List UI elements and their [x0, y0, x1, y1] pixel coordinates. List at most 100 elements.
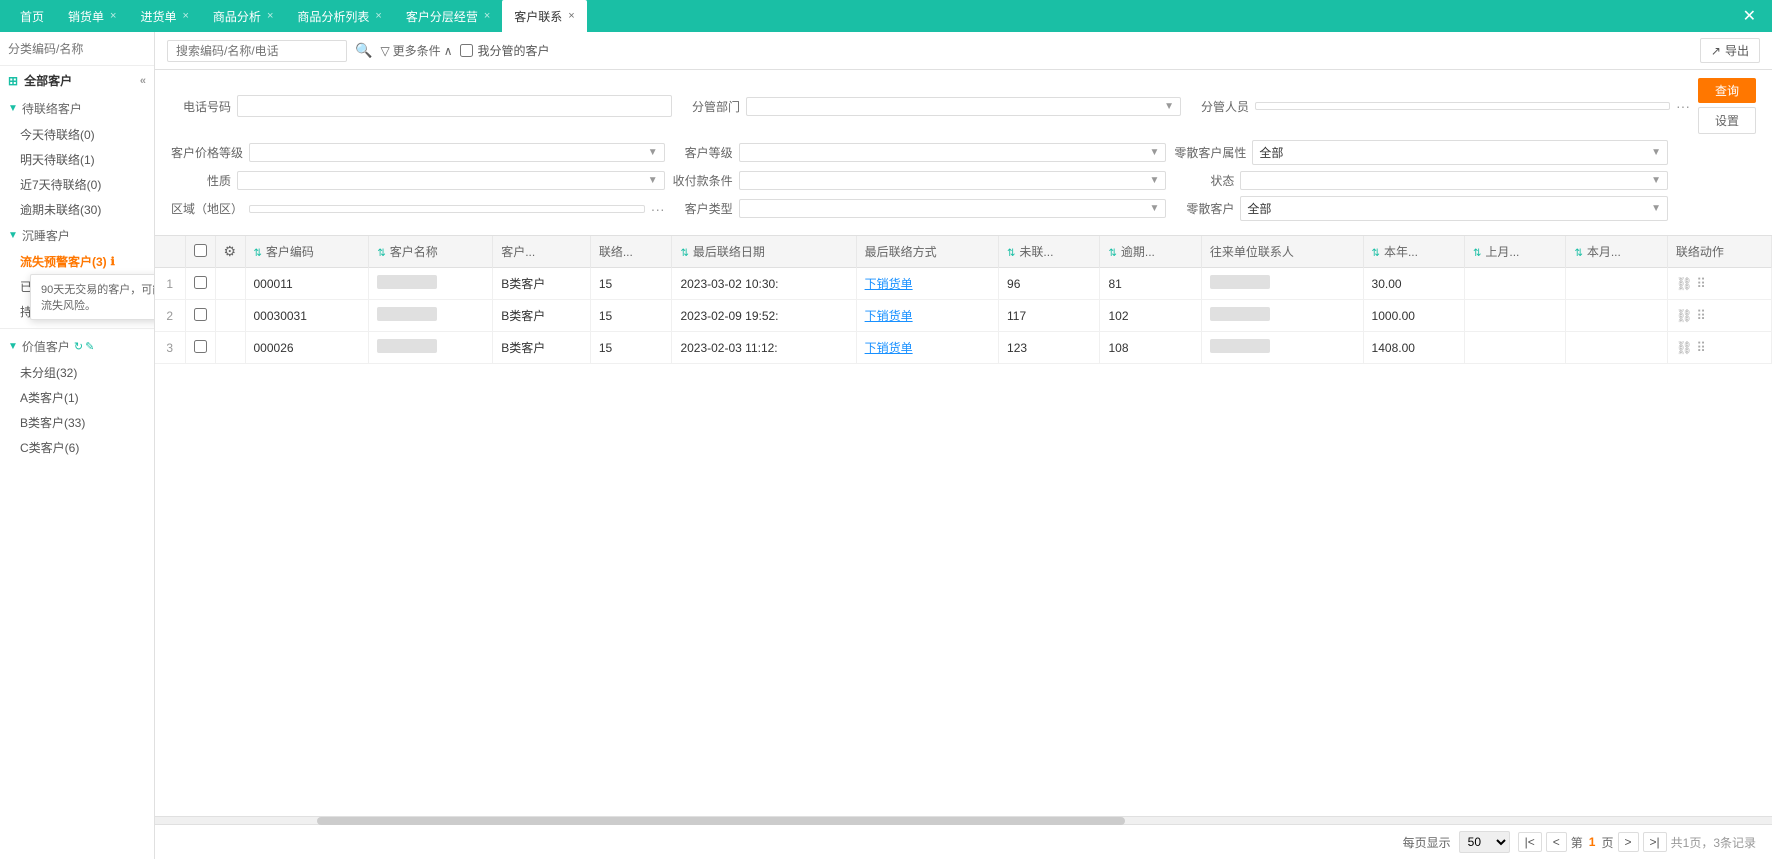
row-last-way[interactable]: 下销货单: [856, 300, 998, 332]
row-last-way[interactable]: 下销货单: [856, 332, 998, 364]
query-btn[interactable]: 查询: [1698, 78, 1756, 103]
prev-page-btn[interactable]: <: [1546, 832, 1567, 852]
check-all-input[interactable]: [194, 244, 207, 257]
close-analysis-icon[interactable]: ×: [267, 10, 273, 22]
sidebar-item-7days[interactable]: 近7天待联络(0): [0, 172, 154, 197]
row-this-month: [1566, 332, 1667, 364]
close-purchase-icon[interactable]: ×: [182, 10, 188, 22]
customer-type-select[interactable]: ▼: [739, 199, 1167, 218]
action-link-icon[interactable]: ⛓: [1676, 308, 1693, 324]
sidebar-item-churn-warning[interactable]: 流失预警客户(3) ℹ: [0, 249, 154, 274]
table-scroll-thumb[interactable]: [317, 817, 1126, 825]
page-label: 第: [1571, 834, 1583, 851]
sidebar-item-a-class[interactable]: A类客户(1): [0, 385, 154, 410]
action-link-icon[interactable]: ⛓: [1676, 340, 1693, 356]
table-scroll-bar[interactable]: [155, 816, 1772, 824]
close-sales-icon[interactable]: ×: [110, 10, 116, 22]
nature-select[interactable]: ▼: [237, 171, 665, 190]
person-select[interactable]: [1255, 102, 1670, 110]
last-way-link[interactable]: 下销货单: [865, 277, 913, 291]
phone-input[interactable]: [237, 95, 672, 117]
status-select[interactable]: ▼: [1240, 171, 1668, 190]
settings-btn[interactable]: 设置: [1698, 107, 1756, 134]
row-checkbox[interactable]: [194, 276, 207, 289]
row-code: 00030031: [245, 300, 369, 332]
sidebar-group-dormant-title[interactable]: ▼ 沉睡客户: [0, 222, 154, 249]
caret-icon: ▼: [1651, 175, 1661, 186]
filter-search-input[interactable]: [167, 40, 347, 62]
table-settings-btn[interactable]: ⚙: [224, 243, 237, 260]
col-settings[interactable]: ⚙: [215, 236, 245, 268]
export-btn[interactable]: ↗ 导出: [1700, 38, 1760, 63]
row-uncontacted: 123: [999, 332, 1100, 364]
filter-more-btn[interactable]: ▽ 更多条件 ∧: [380, 42, 452, 59]
edit-icon[interactable]: ✎: [85, 340, 94, 353]
retail-attr-select[interactable]: 全部 ▼: [1252, 140, 1668, 165]
region-dots[interactable]: ···: [651, 201, 665, 217]
sidebar-group-pending-title[interactable]: ▼ 待联络客户: [0, 95, 154, 122]
row-unit-contact: [1201, 268, 1363, 300]
sidebar-item-overdue[interactable]: 逾期未联络(30): [0, 197, 154, 222]
filter-customer-level: 客户等级 ▼: [673, 143, 1167, 162]
sidebar-item-ungroup[interactable]: 未分组(32): [0, 360, 154, 385]
payment-select[interactable]: ▼: [739, 171, 1167, 190]
nav-purchase[interactable]: 进货单 ×: [128, 0, 200, 32]
my-customers-checkbox[interactable]: [460, 44, 473, 57]
filter-search-icon[interactable]: 🔍: [355, 42, 372, 59]
last-way-link[interactable]: 下销货单: [865, 309, 913, 323]
action-menu-icon[interactable]: ⠿: [1696, 308, 1706, 324]
refresh-icon[interactable]: ↻: [74, 340, 83, 353]
person-dots[interactable]: ···: [1676, 98, 1690, 114]
row-checkbox[interactable]: [194, 340, 207, 353]
col-code[interactable]: ⇅客户编码: [245, 236, 369, 268]
nav-customer-contact[interactable]: 客户联系 ×: [502, 0, 586, 32]
retail-customer-select[interactable]: 全部 ▼: [1240, 196, 1668, 221]
first-page-btn[interactable]: |<: [1518, 832, 1542, 852]
nav-home[interactable]: 首页: [8, 0, 56, 32]
row-check[interactable]: [185, 332, 215, 364]
close-contact-icon[interactable]: ×: [568, 10, 574, 22]
col-overdue[interactable]: ⇅逾期...: [1100, 236, 1201, 268]
dept-select[interactable]: ▼: [746, 97, 1181, 116]
row-name: [369, 300, 493, 332]
col-name[interactable]: ⇅客户名称: [369, 236, 493, 268]
nav-customer-segment[interactable]: 客户分层经营 ×: [394, 0, 502, 32]
last-way-link[interactable]: 下销货单: [865, 341, 913, 355]
page-size-select[interactable]: 50 20 100: [1459, 831, 1510, 853]
action-menu-icon[interactable]: ⠿: [1696, 276, 1706, 292]
sidebar-item-c-class[interactable]: C类客户(6): [0, 435, 154, 460]
row-checkbox[interactable]: [194, 308, 207, 321]
nav-sales[interactable]: 销货单 ×: [56, 0, 128, 32]
row-overdue: 108: [1100, 332, 1201, 364]
my-customers-checkbox-label[interactable]: 我分管的客户: [460, 42, 549, 59]
row-check[interactable]: [185, 268, 215, 300]
close-analysis-list-icon[interactable]: ×: [375, 10, 381, 22]
col-last-month[interactable]: ⇅上月...: [1465, 236, 1566, 268]
sidebar-search-input[interactable]: [8, 42, 155, 56]
last-page-btn[interactable]: >|: [1643, 832, 1667, 852]
row-last-way[interactable]: 下销货单: [856, 268, 998, 300]
close-window-icon[interactable]: ✕: [1735, 6, 1764, 26]
col-this-year[interactable]: ⇅本年...: [1363, 236, 1464, 268]
region-select[interactable]: [249, 205, 645, 213]
col-check[interactable]: [185, 236, 215, 268]
nav-analysis[interactable]: 商品分析 ×: [201, 0, 285, 32]
nav-analysis-list[interactable]: 商品分析列表 ×: [285, 0, 393, 32]
row-check[interactable]: [185, 300, 215, 332]
customer-level-select[interactable]: ▼: [739, 143, 1167, 162]
row-actions: ⛓ ⠿: [1667, 300, 1771, 332]
sort-icon: ⇅: [1372, 248, 1380, 259]
sidebar-group-value-title[interactable]: ▼ 价值客户 ↻ ✎: [0, 333, 154, 360]
sidebar-item-tomorrow[interactable]: 明天待联络(1): [0, 147, 154, 172]
price-level-select[interactable]: ▼: [249, 143, 665, 162]
sidebar-all-customers[interactable]: ⊞ 全部客户 «: [0, 66, 154, 95]
close-segment-icon[interactable]: ×: [484, 10, 490, 22]
sidebar-item-b-class[interactable]: B类客户(33): [0, 410, 154, 435]
col-last-date[interactable]: ⇅最后联络日期: [672, 236, 856, 268]
action-link-icon[interactable]: ⛓: [1676, 276, 1693, 292]
col-this-month[interactable]: ⇅本月...: [1566, 236, 1667, 268]
next-page-btn[interactable]: >: [1618, 832, 1639, 852]
action-menu-icon[interactable]: ⠿: [1696, 340, 1706, 356]
sidebar-item-today[interactable]: 今天待联络(0): [0, 122, 154, 147]
col-uncontacted[interactable]: ⇅未联...: [999, 236, 1100, 268]
